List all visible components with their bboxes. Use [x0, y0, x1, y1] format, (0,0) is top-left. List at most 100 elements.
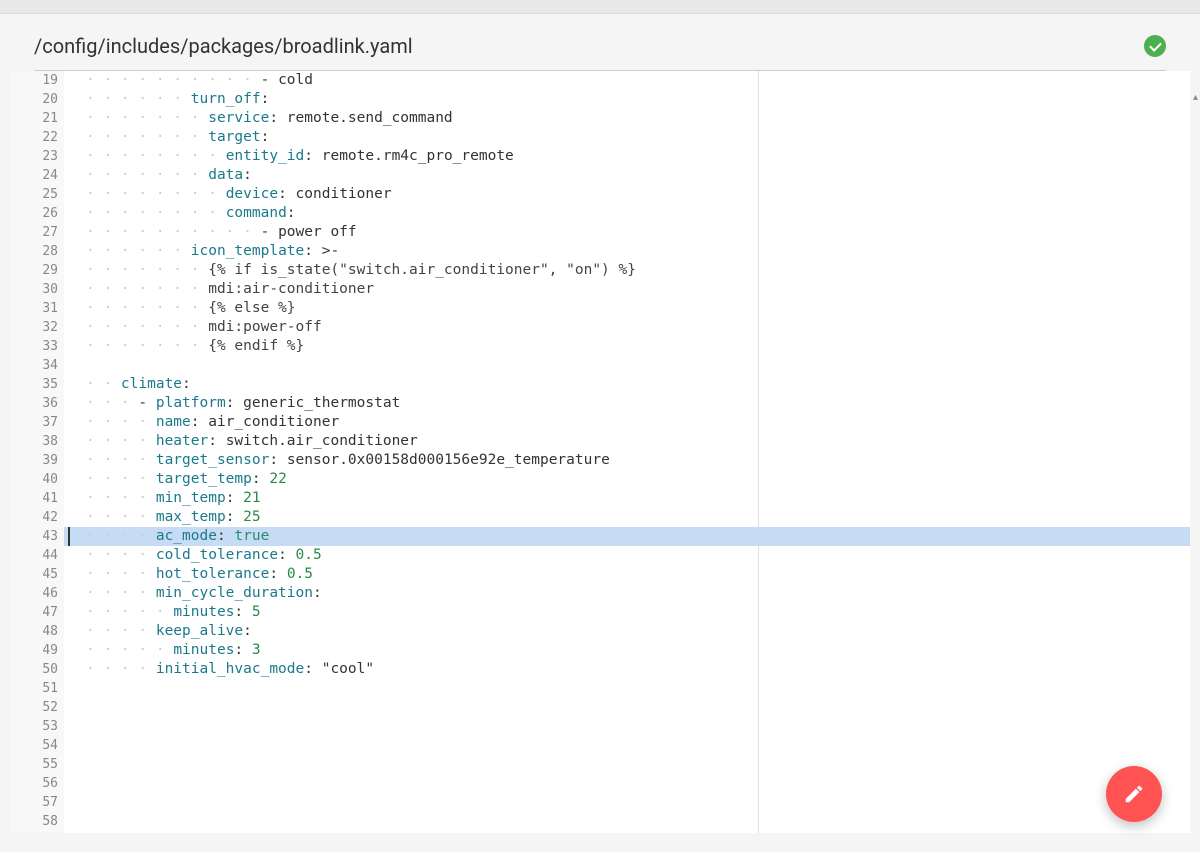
code-line[interactable]: · · · · · minutes: 5 — [64, 603, 1190, 622]
code-line[interactable]: · · · · · · icon_template: >- — [64, 242, 1190, 261]
line-number[interactable]: 44 — [10, 546, 64, 565]
code-line[interactable] — [64, 812, 1190, 831]
code-line[interactable]: · · · · · · · · · · - cold — [64, 71, 1190, 90]
line-number[interactable]: 56 — [10, 774, 64, 793]
line-number[interactable]: 49 — [10, 641, 64, 660]
code-line[interactable]: · · climate: — [64, 375, 1190, 394]
code-line[interactable]: · · · · · · · {% if is_state("switch.air… — [64, 261, 1190, 280]
line-number[interactable]: 30 — [10, 280, 64, 299]
code-token: : — [269, 110, 286, 126]
code-line[interactable] — [64, 774, 1190, 793]
code-token: cold — [278, 72, 313, 88]
line-number[interactable]: 28▾ — [10, 242, 64, 261]
code-line[interactable]: · · · · · · · mdi:power-off — [64, 318, 1190, 337]
code-token: : — [191, 414, 208, 430]
code-token: name — [156, 414, 191, 430]
code-line[interactable]: · · · · · · turn_off: — [64, 90, 1190, 109]
indent-guide: · · · · · · · — [86, 338, 208, 354]
code-line[interactable]: · · · - platform: generic_thermostat — [64, 394, 1190, 413]
code-line[interactable]: · · · · · minutes: 3 — [64, 641, 1190, 660]
code-line[interactable]: · · · · · · · {% else %} — [64, 299, 1190, 318]
line-number[interactable]: 41 — [10, 489, 64, 508]
code-token: - — [261, 224, 278, 240]
line-number[interactable]: 57 — [10, 793, 64, 812]
file-path: /config/includes/packages/broadlink.yaml — [34, 34, 413, 58]
line-number[interactable]: 40 — [10, 470, 64, 489]
line-number[interactable]: 58 — [10, 812, 64, 831]
line-number[interactable]: 20▾ — [10, 90, 64, 109]
code-token: turn_off — [191, 91, 261, 107]
line-number[interactable]: 42 — [10, 508, 64, 527]
code-line[interactable] — [64, 356, 1190, 375]
code-token: ac_mode — [156, 528, 217, 544]
code-line[interactable]: · · · · · · · {% endif %} — [64, 337, 1190, 356]
code-editor[interactable]: · · · · · · · · · · - cold· · · · · · tu… — [64, 71, 1190, 833]
line-number[interactable]: 23 — [10, 147, 64, 166]
line-number[interactable]: 43 — [10, 527, 64, 546]
edit-fab-button[interactable] — [1106, 766, 1162, 822]
line-number[interactable]: 32 — [10, 318, 64, 337]
line-number[interactable]: 33 — [10, 337, 64, 356]
line-number[interactable]: 35▾ — [10, 375, 64, 394]
code-line[interactable]: · · · · · · · mdi:air-conditioner — [64, 280, 1190, 299]
line-number[interactable]: 27 — [10, 223, 64, 242]
code-line[interactable]: · · · · keep_alive: — [64, 622, 1190, 641]
line-number[interactable]: 53 — [10, 717, 64, 736]
code-line[interactable]: · · · · min_temp: 21 — [64, 489, 1190, 508]
code-line[interactable]: · · · · · · · target: — [64, 128, 1190, 147]
code-line[interactable]: · · · · name: air_conditioner — [64, 413, 1190, 432]
line-number[interactable]: 36▾ — [10, 394, 64, 413]
code-line[interactable]: · · · · · · · · command: — [64, 204, 1190, 223]
code-line[interactable]: · · · · · · · service: remote.send_comma… — [64, 109, 1190, 128]
code-line[interactable] — [64, 736, 1190, 755]
code-line[interactable]: · · · · · · · · device: conditioner — [64, 185, 1190, 204]
line-number[interactable]: 48▾ — [10, 622, 64, 641]
indent-guide: · · · · · · · — [86, 319, 208, 335]
code-line[interactable]: · · · · initial_hvac_mode: "cool" — [64, 660, 1190, 679]
code-line[interactable]: · · · · target_temp: 22 — [64, 470, 1190, 489]
line-number[interactable]: 46▾ — [10, 584, 64, 603]
line-number[interactable]: 47 — [10, 603, 64, 622]
code-line[interactable] — [64, 755, 1190, 774]
code-line[interactable]: · · · · · · · data: — [64, 166, 1190, 185]
line-number[interactable]: 34 — [10, 356, 64, 375]
line-number[interactable]: 38 — [10, 432, 64, 451]
code-token: : — [234, 604, 251, 620]
code-line[interactable]: · · · · heater: switch.air_conditioner — [64, 432, 1190, 451]
line-number[interactable]: 52 — [10, 698, 64, 717]
code-line[interactable]: · · · · · · · · entity_id: remote.rm4c_p… — [64, 147, 1190, 166]
line-number[interactable]: 25 — [10, 185, 64, 204]
code-line[interactable]: · · · · min_cycle_duration: — [64, 584, 1190, 603]
line-number[interactable]: 21 — [10, 109, 64, 128]
line-number[interactable]: 39 — [10, 451, 64, 470]
code-line[interactable] — [64, 717, 1190, 736]
line-number[interactable]: 54 — [10, 736, 64, 755]
line-number[interactable]: 45 — [10, 565, 64, 584]
code-token: heater — [156, 433, 208, 449]
code-line[interactable]: · · · · ac_mode: true — [64, 527, 1190, 546]
line-number[interactable]: 24▾ — [10, 166, 64, 185]
code-line[interactable]: · · · · target_sensor: sensor.0x00158d00… — [64, 451, 1190, 470]
line-number[interactable]: 55 — [10, 755, 64, 774]
code-line[interactable]: · · · · max_temp: 25 — [64, 508, 1190, 527]
line-number[interactable]: 29 — [10, 261, 64, 280]
code-token: : — [304, 243, 321, 259]
code-line[interactable]: · · · · hot_tolerance: 0.5 — [64, 565, 1190, 584]
line-number[interactable]: 50 — [10, 660, 64, 679]
line-number[interactable]: 19 — [10, 71, 64, 90]
code-line[interactable] — [64, 698, 1190, 717]
code-line[interactable] — [64, 793, 1190, 812]
code-token: target_sensor — [156, 452, 270, 468]
line-number[interactable]: 51 — [10, 679, 64, 698]
line-number[interactable]: 22▾ — [10, 128, 64, 147]
scroll-up-icon[interactable]: ▴ — [1193, 92, 1198, 103]
line-number[interactable]: 31 — [10, 299, 64, 318]
line-number-gutter[interactable]: 1920▾2122▾2324▾2526▾2728▾29303132333435▾… — [10, 71, 64, 833]
code-line[interactable] — [64, 679, 1190, 698]
indent-guide: · · · · — [86, 585, 156, 601]
code-line[interactable]: · · · · cold_tolerance: 0.5 — [64, 546, 1190, 565]
code-token: - — [138, 395, 155, 411]
line-number[interactable]: 37 — [10, 413, 64, 432]
line-number[interactable]: 26▾ — [10, 204, 64, 223]
code-line[interactable]: · · · · · · · · · · - power off — [64, 223, 1190, 242]
